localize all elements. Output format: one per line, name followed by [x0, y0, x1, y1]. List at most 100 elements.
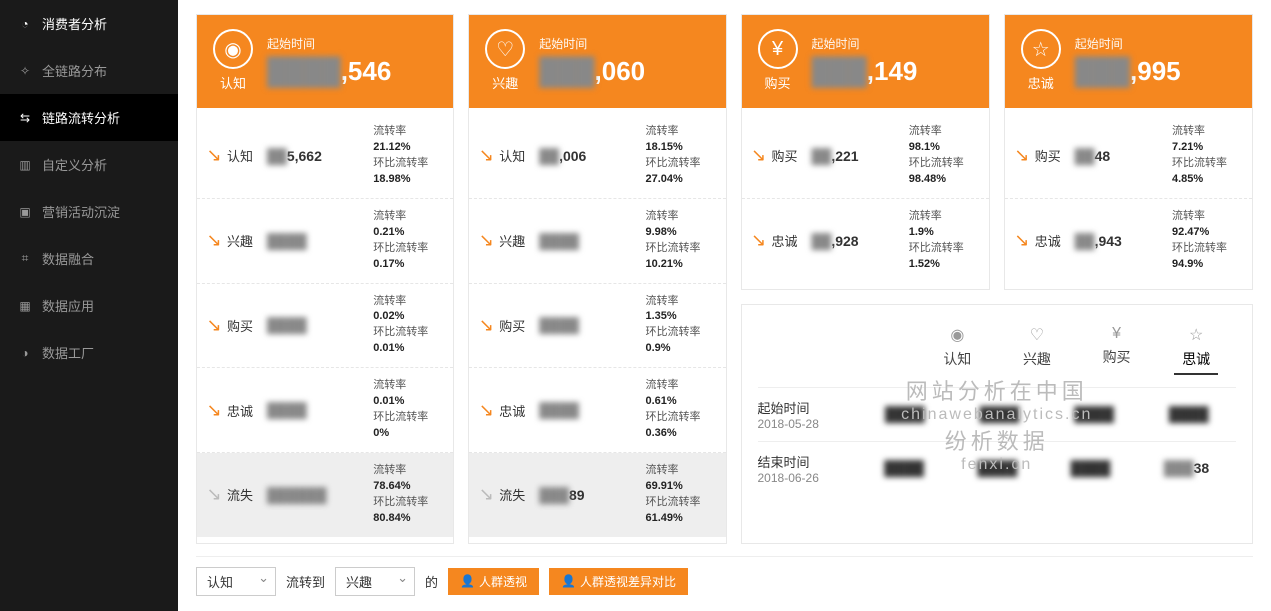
flow-rate: 69.91% [646, 479, 716, 495]
sidebar-item-chain[interactable]: ✧ 全链路分布 [0, 47, 178, 94]
card-row-loss: ↘流失███89流转率69.91%环比流转率61.49% [469, 453, 725, 537]
row-value: ██48 [1075, 148, 1166, 164]
card-awareness: ◉ 认知 起始时间 ████,546 ↘认知██5,662流转率21.12%环比… [196, 14, 454, 544]
row-label: 兴趣 [227, 231, 261, 250]
row-label: 忠诚 [499, 401, 533, 420]
start-time-label: 起始时间 [1075, 35, 1236, 52]
arrow-icon: ↘ [207, 400, 221, 421]
card-number: ████,546 [267, 56, 437, 87]
row-value: ████ [539, 402, 639, 418]
card-body: ↘认知██,006流转率18.15%环比流转率27.04% ↘兴趣████流转率… [469, 108, 725, 543]
card-row: ↘忠诚██,943流转率92.47%环比流转率94.9% [1005, 199, 1252, 283]
main-content: ◉ 认知 起始时间 ████,546 ↘认知██5,662流转率21.12%环比… [178, 0, 1271, 611]
tab-awareness[interactable]: ◉认知 [935, 325, 979, 375]
row-label: 忠诚 [1035, 231, 1069, 250]
flow-rate: 0.01% [373, 394, 443, 410]
flow-rate: 18.15% [646, 140, 716, 156]
card-number: ███,995 [1075, 56, 1236, 87]
eye-icon: ◉ [213, 29, 253, 69]
card-title: 认知 [220, 73, 246, 92]
row-label: 兴趣 [499, 231, 533, 250]
row-date: 2018-05-28 [758, 417, 838, 431]
sidebar-item-consumer[interactable]: ◔消费者分析 [0, 0, 178, 47]
row-label: 购买 [499, 316, 533, 335]
sidebar-item-custom[interactable]: ▥自定义分析 [0, 141, 178, 188]
row-value: ██,006 [539, 148, 639, 164]
card-number: ███,060 [539, 56, 709, 87]
sidebar-item-marketing[interactable]: ▣营销活动沉淀 [0, 188, 178, 235]
arrow-icon: ↘ [207, 230, 221, 251]
card-title: 兴趣 [492, 73, 518, 92]
row-date: 2018-06-26 [758, 471, 838, 485]
select-to[interactable]: 兴趣 [335, 567, 415, 596]
flow-icon: ⇆ [18, 111, 32, 125]
select-from[interactable]: 认知 [196, 567, 276, 596]
card-body: ↘购买██48流转率7.21%环比流转率4.85% ↘忠诚██,943流转率92… [1005, 108, 1252, 289]
arrow-icon: ↘ [479, 400, 493, 421]
flow-rate-cmp: 61.49% [646, 511, 716, 527]
yen-icon: ¥ [758, 29, 798, 69]
person-icon: 👤 [460, 574, 475, 588]
start-time-label: 起始时间 [812, 35, 973, 52]
row-value: ██5,662 [267, 148, 367, 164]
flow-rate-cmp: 0.01% [373, 341, 443, 357]
arrow-icon: ↘ [752, 145, 766, 166]
tab-loyalty[interactable]: ☆思诚 [1174, 325, 1218, 375]
card-loyalty: ☆ 忠诚 起始时间 ███,995 ↘购买██48流转率7.21%环比流转率4.… [1004, 14, 1253, 290]
summary-row-start: 起始时间2018-05-28 ████████████████ [758, 387, 1237, 441]
crowd-diff-button[interactable]: 👤人群透视差异对比 [549, 568, 688, 595]
tab-purchase[interactable]: ¥购买 [1095, 325, 1139, 375]
heart-icon: ♡ [485, 29, 525, 69]
filter-bar: 认知 流转到 兴趣 的 👤人群透视 👤人群透视差异对比 [196, 556, 1253, 606]
row-label: 认知 [499, 146, 533, 165]
crowd-insight-button[interactable]: 👤人群透视 [448, 568, 539, 595]
row-label: 认知 [227, 146, 261, 165]
card-header: ☆ 忠诚 起始时间 ███,995 [1005, 15, 1252, 108]
card-row: ↘兴趣████流转率0.21%环比流转率0.17% [197, 199, 453, 284]
row-label: 忠诚 [227, 401, 261, 420]
sidebar-item-label: 数据工厂 [42, 343, 94, 362]
row-value: ████ [539, 233, 639, 249]
pie-icon: ◔ [18, 17, 32, 31]
row-value: ███89 [539, 487, 639, 503]
flow-rate: 21.12% [373, 140, 443, 156]
sidebar-item-fusion[interactable]: ⌗数据融合 [0, 235, 178, 282]
row-label: 起始时间 [758, 398, 858, 417]
data-icon: ⌗ [18, 252, 32, 266]
sidebar-item-label: 全链路分布 [42, 61, 107, 80]
tab-interest[interactable]: ♡兴趣 [1015, 325, 1059, 375]
flow-rate-cmp: 0% [373, 426, 443, 442]
row-label: 忠诚 [772, 231, 806, 250]
flow-rate-cmp: 1.52% [909, 257, 979, 273]
card-interest: ♡ 兴趣 起始时间 ███,060 ↘认知██,006流转率18.15%环比流转… [468, 14, 726, 544]
sidebar-item-factory[interactable]: ◑数据工厂 [0, 329, 178, 376]
flow-rate-cmp: 98.48% [909, 172, 979, 188]
summary-row-end: 结束时间2018-06-26 ███████████████38 [758, 441, 1237, 495]
box-icon: ▣ [18, 205, 32, 219]
sidebar-item-flow[interactable]: ⇆链路流转分析 [0, 94, 178, 141]
sidebar-item-app[interactable]: ▦数据应用 [0, 282, 178, 329]
flow-rate-cmp: 0.36% [646, 426, 716, 442]
sidebar-item-label: 自定义分析 [42, 155, 107, 174]
arrow-icon: ↘ [752, 230, 766, 251]
row-label: 流失 [499, 485, 533, 504]
card-title: 购买 [764, 73, 790, 92]
arrow-icon: ↘ [479, 484, 493, 505]
row-value: ████ [267, 317, 367, 333]
card-row: ↘购买██48流转率7.21%环比流转率4.85% [1005, 114, 1252, 199]
flow-rate: 1.35% [646, 309, 716, 325]
flow-rate: 1.9% [909, 225, 979, 241]
sidebar: ◔消费者分析 ✧全链路分布 ⇆链路流转分析 ▥自定义分析 ▣营销活动沉淀 ⌗数据… [0, 0, 178, 611]
card-header: ◉ 认知 起始时间 ████,546 [197, 15, 453, 108]
arrow-icon: ↘ [207, 484, 221, 505]
flow-rate-cmp: 80.84% [373, 511, 443, 527]
row-label: 流失 [227, 485, 261, 504]
row-label: 购买 [227, 316, 261, 335]
flow-rate-cmp: 0.9% [646, 341, 716, 357]
cards-row: ◉ 认知 起始时间 ████,546 ↘认知██5,662流转率21.12%环比… [196, 14, 1253, 544]
sparkle-icon: ✧ [18, 64, 32, 78]
de-label: 的 [425, 572, 438, 591]
yen-icon: ¥ [1112, 325, 1121, 343]
flow-rate-cmp: 10.21% [646, 257, 716, 273]
flow-rate-cmp: 4.85% [1172, 172, 1242, 188]
